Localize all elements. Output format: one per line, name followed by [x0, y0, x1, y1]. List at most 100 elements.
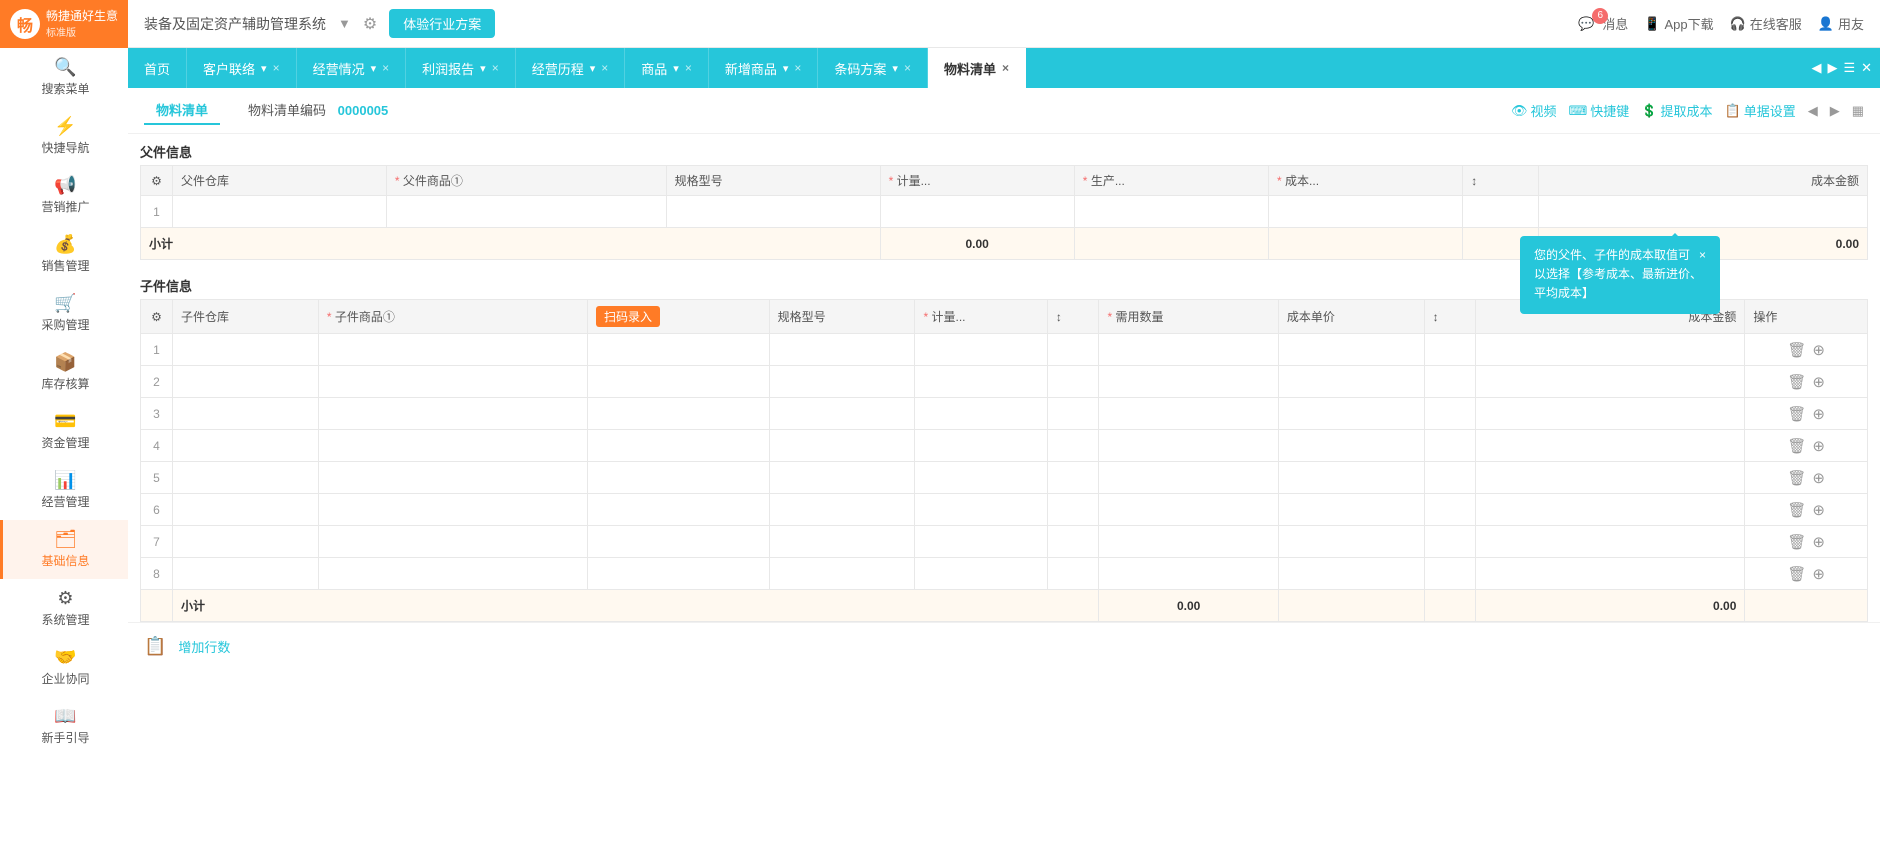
- close-icon[interactable]: ×: [685, 61, 692, 75]
- child-row: 3 🗑⊕: [141, 398, 1868, 430]
- tab-bom[interactable]: 物料清单 ×: [928, 48, 1026, 88]
- sidebar-item-purchase-label: 采购管理: [41, 316, 89, 333]
- close-icon[interactable]: ×: [382, 61, 389, 75]
- copy-icon[interactable]: ⊕: [1812, 501, 1825, 519]
- sidebar-menu: 🔍 搜索菜单 ⚡ 快捷导航 📢 营销推广 💰 销售管理 🛒 采购管理 📦 库存核…: [0, 48, 128, 851]
- sub-tab-bom[interactable]: 物料清单: [144, 96, 220, 125]
- copy-icon[interactable]: ⊕: [1812, 437, 1825, 455]
- close-icon[interactable]: ×: [904, 61, 911, 75]
- delete-icon[interactable]: 🗑: [1787, 405, 1806, 423]
- sidebar-item-system[interactable]: ⚙ 系统管理: [0, 579, 128, 638]
- close-icon[interactable]: ×: [273, 61, 280, 75]
- child-cell-qty-1[interactable]: [1099, 334, 1278, 366]
- online-service-action[interactable]: 🎧 在线客服: [1730, 14, 1802, 33]
- view-action[interactable]: 👁 视频: [1511, 101, 1557, 120]
- sidebar-item-basicinfo[interactable]: 🗂 基础信息: [0, 520, 128, 579]
- tab-history[interactable]: 经营历程 ▾ ×: [516, 48, 626, 88]
- tab-customers[interactable]: 客户联络 ▾ ×: [187, 48, 297, 88]
- delete-icon[interactable]: 🗑: [1787, 341, 1806, 359]
- parent-section-title: 父件信息: [140, 134, 1868, 165]
- delete-icon[interactable]: 🗑: [1787, 437, 1806, 455]
- nav-close-all-icon[interactable]: ✕: [1861, 60, 1872, 76]
- add-rows-label[interactable]: 增加行数: [178, 637, 230, 656]
- copy-icon[interactable]: ⊕: [1812, 469, 1825, 487]
- trial-button[interactable]: 体验行业方案: [389, 9, 495, 38]
- tab-newgoods[interactable]: 新增商品 ▾ ×: [709, 48, 819, 88]
- nav-next-icon[interactable]: ▶: [1830, 103, 1840, 119]
- sidebar-item-finance[interactable]: 💳 资金管理: [0, 402, 128, 461]
- copy-icon[interactable]: ⊕: [1812, 373, 1825, 391]
- cost-action[interactable]: 💲 提取成本: [1641, 101, 1712, 120]
- child-row: 4 🗑⊕: [141, 430, 1868, 462]
- tab-operations[interactable]: 经营情况 ▾ ×: [297, 48, 407, 88]
- delete-icon[interactable]: 🗑: [1787, 501, 1806, 519]
- setting-action[interactable]: 📋 单据设置: [1725, 101, 1796, 120]
- chevron-down-icon: ▾: [480, 62, 486, 75]
- sidebar-item-marketing[interactable]: 📢 营销推广: [0, 166, 128, 225]
- nav-menu-icon[interactable]: ☰: [1843, 60, 1855, 76]
- parent-cell-warehouse[interactable]: [173, 196, 387, 228]
- child-cell-warehouse-1[interactable]: [173, 334, 319, 366]
- child-col-action: 操作: [1745, 300, 1868, 334]
- parent-cell-cost[interactable]: [1269, 196, 1463, 228]
- child-cell-unit-1[interactable]: [915, 334, 1047, 366]
- sidebar-item-inventory[interactable]: 📦 库存核算: [0, 343, 128, 402]
- parent-cell-goods[interactable]: [386, 196, 666, 228]
- copy-icon[interactable]: ⊕: [1812, 533, 1825, 551]
- delete-icon[interactable]: 🗑: [1787, 533, 1806, 551]
- nav-prev-icon[interactable]: ◀: [1808, 103, 1818, 119]
- sidebar-item-collab-label: 企业协同: [41, 670, 89, 687]
- tab-profit[interactable]: 利润报告 ▾ ×: [406, 48, 516, 88]
- sidebar-item-operations[interactable]: 📊 经营管理: [0, 461, 128, 520]
- close-icon[interactable]: ×: [1002, 61, 1009, 75]
- scan-button[interactable]: 扫码录入: [596, 306, 660, 327]
- sidebar-item-system-label: 系统管理: [41, 611, 89, 628]
- child-cell-unitcost-1[interactable]: [1278, 334, 1424, 366]
- dropdown-icon[interactable]: ▼: [338, 16, 351, 31]
- delete-icon[interactable]: 🗑: [1787, 373, 1806, 391]
- basicinfo-icon: 🗂: [54, 530, 77, 548]
- tooltip-close-button[interactable]: ×: [1699, 246, 1706, 265]
- delete-icon[interactable]: 🗑: [1787, 565, 1806, 583]
- message-action[interactable]: 💬 6 消息: [1578, 14, 1628, 33]
- copy-icon[interactable]: ⊕: [1812, 565, 1825, 583]
- close-icon[interactable]: ×: [601, 61, 608, 75]
- grid-icon[interactable]: ▦: [1852, 103, 1864, 119]
- gear-icon[interactable]: ⚙: [363, 14, 377, 34]
- child-cell-goods-1[interactable]: [318, 334, 587, 366]
- sidebar-item-sales[interactable]: 💰 销售管理: [0, 225, 128, 284]
- sidebar-item-operations-label: 经营管理: [41, 493, 89, 510]
- parent-cell-unit[interactable]: [880, 196, 1074, 228]
- sidebar-item-collab[interactable]: 🤝 企业协同: [0, 638, 128, 697]
- sidebar-item-guide[interactable]: 📖 新手引导: [0, 697, 128, 756]
- tooltip-text: 您的父件、子件的成本取值可以选择【参考成本、最新进价、平均成本】: [1534, 248, 1702, 300]
- delete-icon[interactable]: 🗑: [1787, 469, 1806, 487]
- parent-cell-produce[interactable]: [1074, 196, 1268, 228]
- sub-tab-bom-code[interactable]: 物料清单编码 0000005: [236, 96, 400, 125]
- close-icon[interactable]: ×: [794, 61, 801, 75]
- nav-right-icon[interactable]: ▶: [1827, 60, 1837, 76]
- sidebar-item-inventory-label: 库存核算: [41, 375, 89, 392]
- sidebar-item-purchase[interactable]: 🛒 采购管理: [0, 284, 128, 343]
- copy-icon[interactable]: ⊕: [1812, 405, 1825, 423]
- copy-icon[interactable]: ⊕: [1812, 341, 1825, 359]
- online-service-label: 在线客服: [1750, 14, 1802, 33]
- app-download-action[interactable]: 📱 App下载: [1644, 14, 1713, 33]
- nav-left-icon[interactable]: ◀: [1811, 60, 1821, 76]
- tab-goods[interactable]: 商品 ▾ ×: [625, 48, 709, 88]
- sidebar-item-nav[interactable]: ⚡ 快捷导航: [0, 107, 128, 166]
- lightning-icon: ⚡: [54, 117, 76, 135]
- sidebar-item-search[interactable]: 🔍 搜索菜单: [0, 48, 128, 107]
- app-download-label: App下载: [1664, 14, 1713, 33]
- parent-cell-spec[interactable]: [666, 196, 880, 228]
- shortcut-action[interactable]: ⌨ 快捷键: [1569, 101, 1630, 120]
- sub-header-actions: 👁 视频 ⌨ 快捷键 💲 提取成本 📋 单据设置 ◀ ▶ ▦: [1511, 101, 1864, 120]
- sidebar-item-basicinfo-label: 基础信息: [41, 552, 89, 569]
- close-icon[interactable]: ×: [492, 61, 499, 75]
- tab-home[interactable]: 首页: [128, 48, 187, 88]
- cost-icon: 💲: [1641, 103, 1657, 119]
- tab-barcode[interactable]: 条码方案 ▾ ×: [818, 48, 928, 88]
- user-action[interactable]: 👤 用友: [1818, 14, 1864, 33]
- child-cell-spec-1[interactable]: [769, 334, 915, 366]
- headset-icon: 🎧: [1730, 16, 1746, 32]
